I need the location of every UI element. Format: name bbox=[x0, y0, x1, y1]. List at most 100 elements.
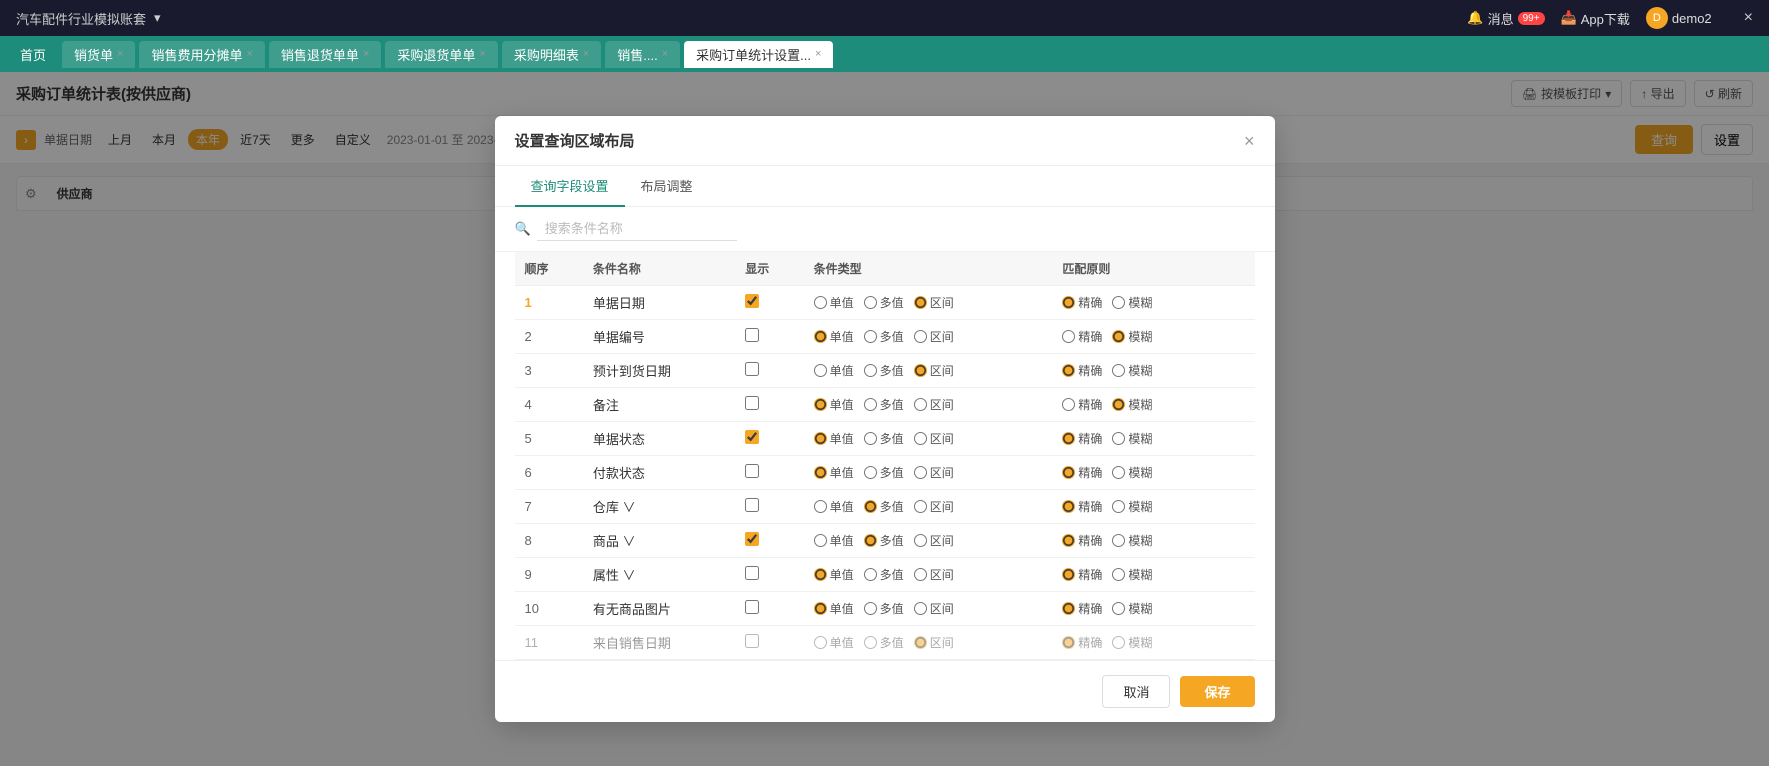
cond-type-option-0[interactable]: 单值 bbox=[814, 532, 854, 549]
match-type-option-1[interactable]: 模糊 bbox=[1112, 532, 1152, 549]
cell-show[interactable] bbox=[735, 592, 803, 626]
match-type-radio-0[interactable] bbox=[1062, 296, 1075, 309]
match-type-option-1[interactable]: 模糊 bbox=[1112, 430, 1152, 447]
cond-type-option-1[interactable]: 多值 bbox=[864, 294, 904, 311]
cond-type-option-2[interactable]: 区间 bbox=[914, 566, 954, 583]
tab-sales-expense-close[interactable]: × bbox=[246, 48, 252, 60]
cond-type-radio-2[interactable] bbox=[914, 636, 927, 649]
cond-type-radio-0[interactable] bbox=[814, 500, 827, 513]
cond-type-radio-1[interactable] bbox=[864, 568, 877, 581]
modal-tab-layout[interactable]: 布局调整 bbox=[625, 166, 709, 207]
cond-type-radio-2[interactable] bbox=[914, 330, 927, 343]
cond-type-option-0[interactable]: 单值 bbox=[814, 498, 854, 515]
tab-purchase-return[interactable]: 采购退货单单 × bbox=[385, 41, 497, 68]
condition-search-input[interactable] bbox=[537, 217, 737, 241]
show-checkbox[interactable] bbox=[745, 498, 759, 512]
show-checkbox[interactable] bbox=[745, 634, 759, 648]
cond-type-radio-0[interactable] bbox=[814, 398, 827, 411]
match-type-option-1[interactable]: 模糊 bbox=[1112, 464, 1152, 481]
cond-type-radio-1[interactable] bbox=[864, 602, 877, 615]
match-type-radio-1[interactable] bbox=[1112, 602, 1125, 615]
cond-type-radio-0[interactable] bbox=[814, 534, 827, 547]
match-type-option-1[interactable]: 模糊 bbox=[1112, 600, 1152, 617]
cond-type-option-1[interactable]: 多值 bbox=[864, 566, 904, 583]
cond-type-option-0[interactable]: 单值 bbox=[814, 328, 854, 345]
cond-type-radio-1[interactable] bbox=[864, 500, 877, 513]
cell-show[interactable] bbox=[735, 490, 803, 524]
cond-type-option-2[interactable]: 区间 bbox=[914, 362, 954, 379]
cell-show[interactable] bbox=[735, 524, 803, 558]
show-checkbox[interactable] bbox=[745, 566, 759, 580]
match-type-radio-1[interactable] bbox=[1112, 500, 1125, 513]
match-type-radio-0[interactable] bbox=[1062, 602, 1075, 615]
cond-type-option-2[interactable]: 区间 bbox=[914, 396, 954, 413]
cond-type-option-0[interactable]: 单值 bbox=[814, 566, 854, 583]
cond-type-option-0[interactable]: 单值 bbox=[814, 294, 854, 311]
cond-type-radio-0[interactable] bbox=[814, 568, 827, 581]
cond-type-radio-2[interactable] bbox=[914, 432, 927, 445]
cond-type-radio-1[interactable] bbox=[864, 432, 877, 445]
cond-type-option-1[interactable]: 多值 bbox=[864, 362, 904, 379]
cond-type-option-1[interactable]: 多值 bbox=[864, 464, 904, 481]
cond-type-radio-0[interactable] bbox=[814, 364, 827, 377]
tab-sales-table-close[interactable]: × bbox=[662, 48, 668, 60]
cond-type-radio-2[interactable] bbox=[914, 296, 927, 309]
cell-show[interactable] bbox=[735, 320, 803, 354]
tab-home[interactable]: 首页 bbox=[8, 41, 58, 68]
match-type-option-1[interactable]: 模糊 bbox=[1112, 498, 1152, 515]
cond-type-option-2[interactable]: 区间 bbox=[914, 600, 954, 617]
cond-type-radio-1[interactable] bbox=[864, 466, 877, 479]
match-type-option-0[interactable]: 精确 bbox=[1062, 464, 1102, 481]
match-type-radio-1[interactable] bbox=[1112, 534, 1125, 547]
match-type-radio-0[interactable] bbox=[1062, 534, 1075, 547]
match-type-radio-1[interactable] bbox=[1112, 636, 1125, 649]
cell-show[interactable] bbox=[735, 626, 803, 660]
cond-type-option-1[interactable]: 多值 bbox=[864, 498, 904, 515]
cond-type-option-1[interactable]: 多值 bbox=[864, 634, 904, 651]
tab-sales-table[interactable]: 销售.... × bbox=[605, 41, 680, 68]
cond-type-option-1[interactable]: 多值 bbox=[864, 430, 904, 447]
top-close-button[interactable]: × bbox=[1744, 9, 1753, 27]
match-type-radio-1[interactable] bbox=[1112, 364, 1125, 377]
tab-purchase-detail[interactable]: 采购明细表 × bbox=[502, 41, 601, 68]
match-type-radio-0[interactable] bbox=[1062, 398, 1075, 411]
cond-type-radio-2[interactable] bbox=[914, 568, 927, 581]
match-type-option-0[interactable]: 精确 bbox=[1062, 498, 1102, 515]
cond-type-radio-2[interactable] bbox=[914, 500, 927, 513]
cell-show[interactable] bbox=[735, 558, 803, 592]
match-type-radio-1[interactable] bbox=[1112, 398, 1125, 411]
show-checkbox[interactable] bbox=[745, 362, 759, 376]
cond-type-option-1[interactable]: 多值 bbox=[864, 328, 904, 345]
cond-type-option-2[interactable]: 区间 bbox=[914, 532, 954, 549]
tab-sales-close[interactable]: × bbox=[117, 48, 123, 60]
match-type-option-0[interactable]: 精确 bbox=[1062, 396, 1102, 413]
cond-type-radio-0[interactable] bbox=[814, 466, 827, 479]
show-checkbox[interactable] bbox=[745, 464, 759, 478]
save-button[interactable]: 保存 bbox=[1180, 676, 1254, 707]
match-type-radio-0[interactable] bbox=[1062, 364, 1075, 377]
cond-type-option-0[interactable]: 单值 bbox=[814, 464, 854, 481]
cond-type-option-1[interactable]: 多值 bbox=[864, 600, 904, 617]
cond-type-option-0[interactable]: 单值 bbox=[814, 634, 854, 651]
match-type-option-1[interactable]: 模糊 bbox=[1112, 362, 1152, 379]
cond-type-option-0[interactable]: 单值 bbox=[814, 396, 854, 413]
cond-type-radio-1[interactable] bbox=[864, 296, 877, 309]
match-type-radio-0[interactable] bbox=[1062, 466, 1075, 479]
modal-close-button[interactable]: × bbox=[1244, 132, 1255, 150]
cond-type-option-1[interactable]: 多值 bbox=[864, 396, 904, 413]
match-type-option-1[interactable]: 模糊 bbox=[1112, 634, 1152, 651]
match-type-option-0[interactable]: 精确 bbox=[1062, 600, 1102, 617]
cond-type-option-2[interactable]: 区间 bbox=[914, 634, 954, 651]
cond-type-radio-1[interactable] bbox=[864, 398, 877, 411]
match-type-option-1[interactable]: 模糊 bbox=[1112, 328, 1152, 345]
match-type-radio-0[interactable] bbox=[1062, 432, 1075, 445]
cell-show[interactable] bbox=[735, 388, 803, 422]
cond-type-radio-2[interactable] bbox=[914, 466, 927, 479]
match-type-option-0[interactable]: 精确 bbox=[1062, 328, 1102, 345]
tab-current[interactable]: 采购订单统计设置... × bbox=[684, 41, 833, 68]
cond-type-radio-0[interactable] bbox=[814, 602, 827, 615]
cond-type-option-0[interactable]: 单值 bbox=[814, 600, 854, 617]
match-type-radio-0[interactable] bbox=[1062, 568, 1075, 581]
dropdown-icon[interactable]: ▾ bbox=[154, 10, 161, 26]
tab-sales[interactable]: 销货单 × bbox=[62, 41, 135, 68]
